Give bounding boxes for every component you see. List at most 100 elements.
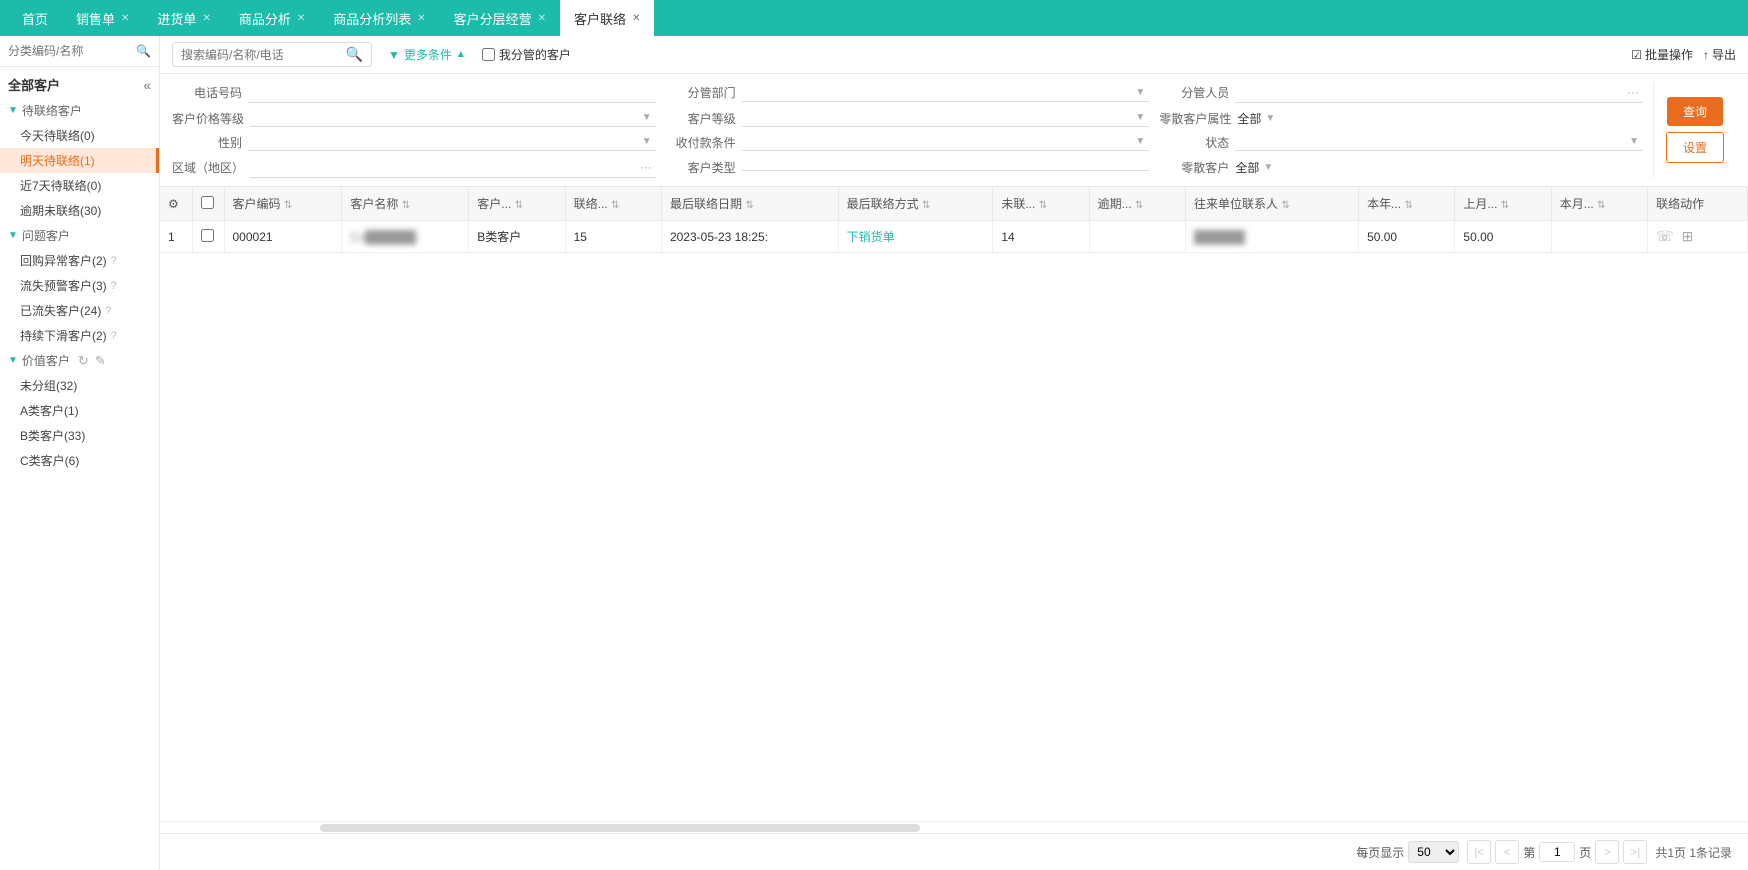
- gear-icon[interactable]: ⚙: [168, 197, 179, 211]
- horizontal-scrollbar[interactable]: [160, 821, 1748, 833]
- filter-retail-attr-select[interactable]: 全部 ▼: [1237, 110, 1643, 127]
- filter-retail-customer-field: 零散客户 全部 ▼: [1159, 159, 1643, 176]
- phone-action-icon[interactable]: ☏: [1656, 228, 1674, 245]
- sort-this-year-icon: ⇅: [1404, 200, 1412, 211]
- close-customer-contact[interactable]: ✕: [632, 13, 640, 24]
- last-page-btn[interactable]: >|: [1623, 840, 1647, 864]
- filter-payment-select[interactable]: ▼: [742, 133, 1150, 151]
- filter-phone-input[interactable]: [248, 82, 656, 103]
- price-level-chevron-icon: ▼: [642, 112, 652, 123]
- close-product-analysis-list[interactable]: ✕: [417, 13, 425, 24]
- main-layout: 🔍 全部客户 « ▼ 待联络客户 今天待联络(0) 明天待联络(1) 近7天待联…: [0, 36, 1748, 870]
- sidebar-item-declining[interactable]: 持续下滑客户(2) ?: [0, 323, 159, 348]
- nav-home[interactable]: 首页: [8, 0, 62, 36]
- retail-attr-chevron-icon: ▼: [1265, 113, 1275, 124]
- col-uncontacted[interactable]: 未联... ⇅: [993, 187, 1089, 221]
- filter-dept-select[interactable]: ▼: [742, 84, 1150, 102]
- sidebar-collapse-btn[interactable]: «: [143, 77, 151, 93]
- next-page-btn[interactable]: >: [1595, 840, 1619, 864]
- nav-customer-segmentation[interactable]: 客户分层经营 ✕: [440, 0, 560, 36]
- filter-gender-select[interactable]: ▼: [248, 133, 656, 151]
- toolbar-search-input[interactable]: [181, 48, 342, 62]
- toolbar: 🔍 ▼ 更多条件 ▲ 我分管的客户 ☑ 批量操作 ↑ 导出: [160, 36, 1748, 74]
- nav-sales-order[interactable]: 销售单 ✕: [62, 0, 143, 36]
- row-last-contact-method[interactable]: 下销货单: [838, 221, 993, 253]
- col-this-year[interactable]: 本年... ⇅: [1359, 187, 1455, 221]
- batch-action-btn[interactable]: ☑ 批量操作: [1631, 46, 1693, 63]
- filter-manager-select[interactable]: ···: [1235, 82, 1643, 103]
- prev-page-btn[interactable]: <: [1495, 840, 1519, 864]
- col-last-contact-method[interactable]: 最后联络方式 ⇅: [838, 187, 993, 221]
- problem-group-label[interactable]: ▼ 问题客户: [0, 223, 159, 248]
- contact-method-link[interactable]: 下销货单: [847, 230, 895, 244]
- row-overdue: [1089, 221, 1185, 253]
- query-button[interactable]: 查询: [1667, 97, 1723, 126]
- sidebar-item-c-class[interactable]: C类客户(6): [0, 448, 159, 473]
- sort-overdue-icon: ⇅: [1135, 200, 1143, 211]
- sidebar-search-icon[interactable]: 🔍: [136, 44, 151, 58]
- row-contact-person: ██████: [1185, 221, 1358, 253]
- status-chevron-icon: ▼: [1629, 136, 1639, 147]
- row-index: 1: [160, 221, 192, 253]
- all-customers-label[interactable]: 全部客户: [8, 75, 60, 94]
- col-customer-name[interactable]: 客户名称 ⇅: [342, 187, 469, 221]
- filter-customer-level-select[interactable]: ▼: [742, 109, 1150, 127]
- sidebar-item-ungrouped[interactable]: 未分组(32): [0, 373, 159, 398]
- value-group-label[interactable]: ▼ 价值客户 ↻ ✎: [0, 348, 159, 373]
- scrollbar-thumb[interactable]: [320, 824, 920, 832]
- page-size-select[interactable]: 50 100 200: [1408, 841, 1459, 863]
- row-checkbox-cell[interactable]: [192, 221, 224, 253]
- nav-product-analysis-list[interactable]: 商品分析列表 ✕: [319, 0, 439, 36]
- pending-group-label[interactable]: ▼ 待联络客户: [0, 98, 159, 123]
- filter-more-btn[interactable]: ▼ 更多条件 ▲: [380, 43, 474, 66]
- retail-customer-chevron-icon: ▼: [1263, 162, 1273, 173]
- sidebar-item-repurchase-abnormal[interactable]: 回购异常客户(2) ?: [0, 248, 159, 273]
- sidebar-item-tomorrow-contact[interactable]: 明天待联络(1): [0, 148, 159, 173]
- qr-action-icon[interactable]: ⊞: [1682, 228, 1694, 245]
- close-sales-order[interactable]: ✕: [121, 13, 129, 24]
- filter-area-select[interactable]: ···: [250, 157, 656, 178]
- sidebar-item-today-contact[interactable]: 今天待联络(0): [0, 123, 159, 148]
- page-number-input[interactable]: [1539, 842, 1575, 862]
- select-all-checkbox[interactable]: [201, 196, 214, 209]
- sidebar-item-overdue-contact[interactable]: 逾期未联络(30): [0, 198, 159, 223]
- row-checkbox[interactable]: [201, 229, 214, 242]
- col-last-contact-date[interactable]: 最后联络日期 ⇅: [661, 187, 838, 221]
- close-purchase-order[interactable]: ✕: [202, 13, 210, 24]
- col-last-month[interactable]: 上月... ⇅: [1455, 187, 1551, 221]
- sidebar-item-churn-warning[interactable]: 流失预警客户(3) ?: [0, 273, 159, 298]
- filter-price-level-select[interactable]: ▼: [250, 109, 656, 127]
- nav-customer-contact[interactable]: 客户联络 ✕: [560, 0, 654, 36]
- sidebar-item-a-class[interactable]: A类客户(1): [0, 398, 159, 423]
- settings-button[interactable]: 设置: [1666, 132, 1724, 163]
- sort-this-month-icon: ⇅: [1597, 200, 1605, 211]
- my-customers-checkbox-label[interactable]: 我分管的客户: [482, 46, 571, 63]
- sidebar-item-churned[interactable]: 已流失客户(24) ?: [0, 298, 159, 323]
- sidebar-item-7day-contact[interactable]: 近7天待联络(0): [0, 173, 159, 198]
- col-overdue[interactable]: 逾期... ⇅: [1089, 187, 1185, 221]
- toolbar-search-icon[interactable]: 🔍: [346, 46, 363, 63]
- col-customer-code[interactable]: 客户编码 ⇅: [224, 187, 342, 221]
- sidebar-item-b-class[interactable]: B类客户(33): [0, 423, 159, 448]
- col-customer-type[interactable]: 客户... ⇅: [469, 187, 565, 221]
- col-checkbox[interactable]: [192, 187, 224, 221]
- col-action: 联络动作: [1648, 187, 1748, 221]
- close-product-analysis[interactable]: ✕: [297, 13, 305, 24]
- filter-retail-customer-select[interactable]: 全部 ▼: [1235, 159, 1643, 176]
- filter-status-select[interactable]: ▼: [1235, 133, 1643, 151]
- nav-product-analysis[interactable]: 商品分析 ✕: [225, 0, 319, 36]
- col-this-month[interactable]: 本月... ⇅: [1551, 187, 1647, 221]
- export-btn[interactable]: ↑ 导出: [1703, 46, 1736, 63]
- col-contact-person[interactable]: 往来单位联系人 ⇅: [1185, 187, 1358, 221]
- my-customers-checkbox[interactable]: [482, 48, 495, 61]
- value-refresh-icon[interactable]: ↻: [78, 353, 89, 369]
- close-customer-segmentation[interactable]: ✕: [538, 13, 546, 24]
- first-page-btn[interactable]: |<: [1467, 840, 1491, 864]
- nav-purchase-order[interactable]: 进货单 ✕: [143, 0, 224, 36]
- filter-customer-type-select[interactable]: [742, 164, 1150, 171]
- value-edit-icon[interactable]: ✎: [95, 353, 106, 369]
- sidebar-search-input[interactable]: [8, 44, 132, 58]
- col-gear[interactable]: ⚙: [160, 187, 192, 221]
- help-icon-3: ?: [111, 330, 117, 342]
- col-contact-count[interactable]: 联络... ⇅: [565, 187, 661, 221]
